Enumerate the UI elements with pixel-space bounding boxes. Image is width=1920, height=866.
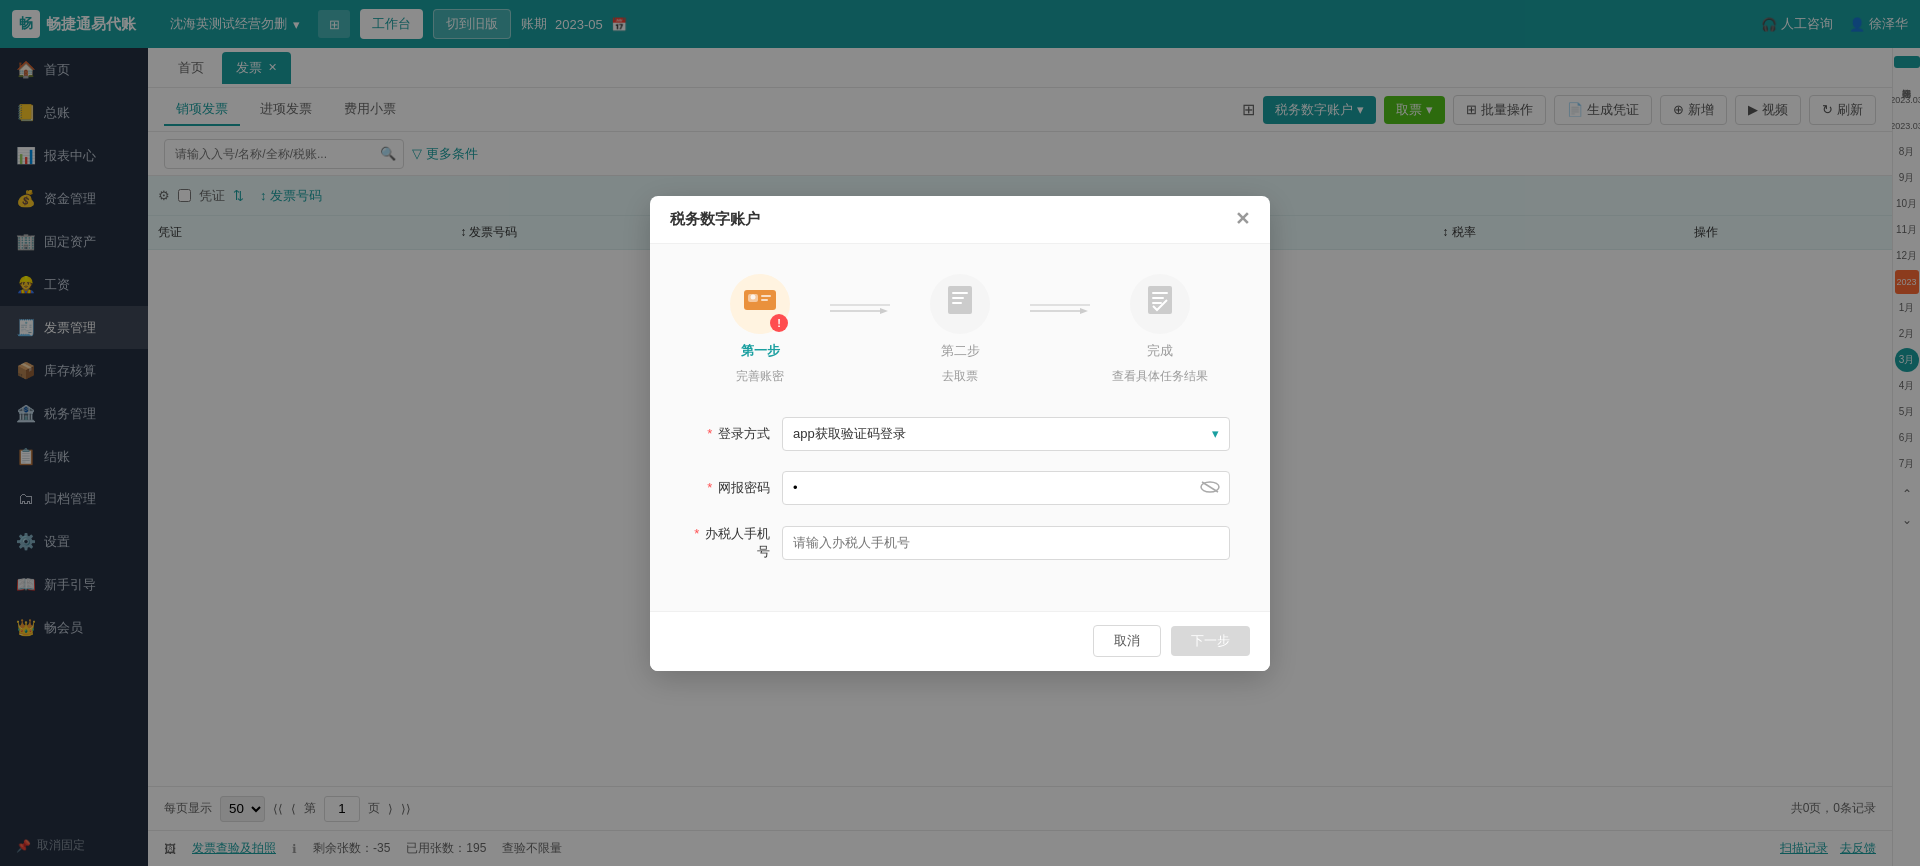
taxpayer-wrap: [782, 526, 1230, 560]
step-3-label: 完成: [1147, 342, 1173, 360]
step-1-icon-wrap: !: [730, 274, 790, 334]
taxpayer-label: * 办税人手机号: [690, 525, 770, 561]
svg-rect-11: [1148, 286, 1172, 314]
form-row-password: * 网报密码: [690, 471, 1230, 505]
form: * 登录方式 app获取验证码登录 ▾ * 网报密码: [690, 417, 1230, 561]
svg-rect-8: [952, 297, 964, 299]
dialog-overlay: 税务数字账户 ✕: [0, 0, 1920, 866]
step-1-label: 第一步: [741, 342, 780, 360]
eye-toggle-icon[interactable]: [1200, 479, 1220, 497]
password-input[interactable]: [782, 471, 1230, 505]
password-label: * 网报密码: [690, 479, 770, 497]
dialog-footer: 取消 下一步: [650, 611, 1270, 671]
step-1-sublabel: 完善账密: [736, 368, 784, 385]
password-wrap: [782, 471, 1230, 505]
step-2-label: 第二步: [941, 342, 980, 360]
form-row-login-method: * 登录方式 app获取验证码登录 ▾: [690, 417, 1230, 451]
svg-rect-7: [952, 292, 968, 294]
svg-marker-5: [880, 308, 888, 314]
step-2: 第二步 去取票: [890, 274, 1030, 385]
svg-rect-4: [761, 299, 768, 301]
svg-rect-14: [1152, 302, 1162, 304]
step-3-icon: [1142, 282, 1178, 325]
svg-rect-3: [761, 295, 771, 297]
dialog-close-btn[interactable]: ✕: [1235, 210, 1250, 228]
cancel-button[interactable]: 取消: [1093, 625, 1161, 657]
login-method-value: app获取验证码登录: [793, 425, 906, 443]
dropdown-icon: ▾: [1212, 426, 1219, 441]
step-3-icon-wrap: [1130, 274, 1190, 334]
steps: ! 第一步 完善账密: [690, 274, 1230, 385]
svg-marker-10: [1080, 308, 1088, 314]
dialog-body: ! 第一步 完善账密: [650, 244, 1270, 611]
step-2-icon: [942, 282, 978, 325]
step-1: ! 第一步 完善账密: [690, 274, 830, 385]
taxpayer-input[interactable]: [782, 526, 1230, 560]
step-connector-1: [830, 304, 890, 306]
login-method-select[interactable]: app获取验证码登录 ▾: [782, 417, 1230, 451]
form-row-taxpayer: * 办税人手机号: [690, 525, 1230, 561]
step-2-sublabel: 去取票: [942, 368, 978, 385]
next-button[interactable]: 下一步: [1171, 626, 1250, 656]
svg-rect-13: [1152, 297, 1164, 299]
svg-rect-12: [1152, 292, 1168, 294]
svg-point-2: [751, 295, 756, 300]
dialog-header: 税务数字账户 ✕: [650, 196, 1270, 244]
svg-rect-6: [948, 286, 972, 314]
step-2-icon-wrap: [930, 274, 990, 334]
svg-rect-9: [952, 302, 962, 304]
step-3: 完成 查看具体任务结果: [1090, 274, 1230, 385]
dialog-title: 税务数字账户: [670, 210, 760, 229]
login-method-label: * 登录方式: [690, 425, 770, 443]
step-3-sublabel: 查看具体任务结果: [1112, 368, 1208, 385]
step-1-badge: !: [770, 314, 788, 332]
step-connector-2: [1030, 304, 1090, 306]
dialog: 税务数字账户 ✕: [650, 196, 1270, 671]
